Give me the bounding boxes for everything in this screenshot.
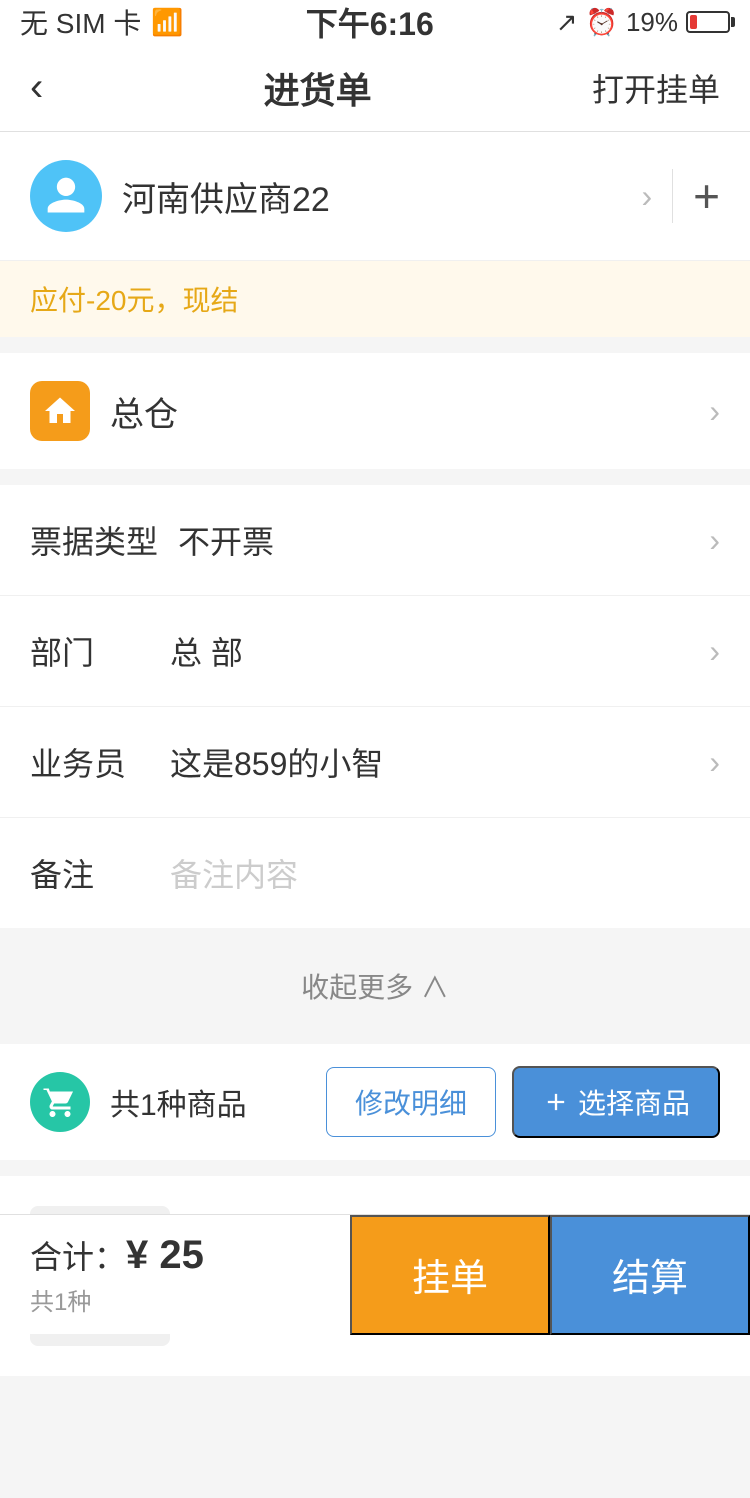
open-hang-button[interactable]: 打开挂单 <box>592 65 720 111</box>
home-icon <box>42 393 78 429</box>
products-count: 共1种商品 <box>110 1080 326 1124</box>
supplier-row[interactable]: 河南供应商22 › + <box>0 132 750 261</box>
total-sub: 共1种 <box>30 1282 320 1317</box>
products-icon <box>30 1072 90 1132</box>
hang-button[interactable]: 挂单 <box>350 1215 550 1335</box>
select-product-icon <box>542 1088 570 1116</box>
total-label: 合计： <box>30 1239 126 1275</box>
status-time: 下午6:16 <box>306 0 434 45</box>
supplier-section: 河南供应商22 › + 应付-20元，现结 <box>0 132 750 337</box>
total-main: 合计：¥ 25 <box>30 1232 320 1278</box>
dept-value: 总 部 <box>170 628 709 674</box>
total-section: 合计：¥ 25 共1种 <box>0 1232 350 1317</box>
battery-fill <box>690 15 697 29</box>
bottom-bar: 合计：¥ 25 共1种 挂单 结算 <box>0 1214 750 1334</box>
battery-percent: 19% <box>626 7 678 38</box>
warehouse-icon <box>30 381 90 441</box>
status-bar: 无 SIM 卡 📶 下午6:16 ↗ ⏰ 19% <box>0 0 750 44</box>
collapse-toggle[interactable]: 收起更多 ∧ <box>0 944 750 1028</box>
invoice-row[interactable]: 票据类型 不开票 › <box>0 485 750 596</box>
wifi-icon: 📶 <box>151 7 183 38</box>
products-section: 共1种商品 修改明细 选择商品 <box>0 1044 750 1160</box>
status-right: ↗ ⏰ 19% <box>556 7 730 38</box>
warehouse-chevron-icon: › <box>709 393 720 430</box>
invoice-value: 不开票 <box>178 517 709 563</box>
carrier-label: 无 SIM 卡 <box>20 2 141 42</box>
fields-section: 票据类型 不开票 › 部门 总 部 › 业务员 这是859的小智 › 备注 备注… <box>0 485 750 928</box>
dept-chevron-icon: › <box>709 633 720 670</box>
edit-detail-button[interactable]: 修改明细 <box>326 1067 496 1137</box>
remark-placeholder: 备注内容 <box>170 850 720 896</box>
dept-row[interactable]: 部门 总 部 › <box>0 596 750 707</box>
supplier-avatar <box>30 160 102 232</box>
warehouse-name: 总仓 <box>110 387 709 436</box>
remark-label: 备注 <box>30 850 150 896</box>
invoice-chevron-icon: › <box>709 522 720 559</box>
sales-row[interactable]: 业务员 这是859的小智 › <box>0 707 750 818</box>
page-title: 进货单 <box>264 62 372 114</box>
alarm-icon: ⏰ <box>586 7 618 38</box>
select-product-button[interactable]: 选择商品 <box>512 1066 720 1138</box>
location-icon: ↗ <box>556 7 578 38</box>
warehouse-section: 总仓 › <box>0 353 750 469</box>
sales-value: 这是859的小智 <box>170 739 709 785</box>
sales-chevron-icon: › <box>709 744 720 781</box>
battery-icon <box>686 11 730 33</box>
invoice-label: 票据类型 <box>30 517 158 563</box>
total-amount: ¥ 25 <box>126 1233 204 1277</box>
add-supplier-button[interactable]: + <box>672 169 720 223</box>
notice-bar: 应付-20元，现结 <box>0 261 750 337</box>
nav-bar: ‹ 进货单 打开挂单 <box>0 44 750 132</box>
remark-row[interactable]: 备注 备注内容 <box>0 818 750 928</box>
cart-icon <box>42 1084 78 1120</box>
products-bar: 共1种商品 修改明细 选择商品 <box>0 1044 750 1160</box>
select-product-label: 选择商品 <box>578 1082 690 1122</box>
status-left: 无 SIM 卡 📶 <box>20 2 184 42</box>
back-button[interactable]: ‹ <box>30 65 43 110</box>
supplier-name: 河南供应商22 <box>122 172 641 221</box>
dept-label: 部门 <box>30 628 150 674</box>
checkout-button[interactable]: 结算 <box>550 1215 750 1335</box>
warehouse-row[interactable]: 总仓 › <box>0 353 750 469</box>
person-icon <box>44 174 88 218</box>
supplier-chevron-icon: › <box>641 178 652 215</box>
sales-label: 业务员 <box>30 739 150 785</box>
